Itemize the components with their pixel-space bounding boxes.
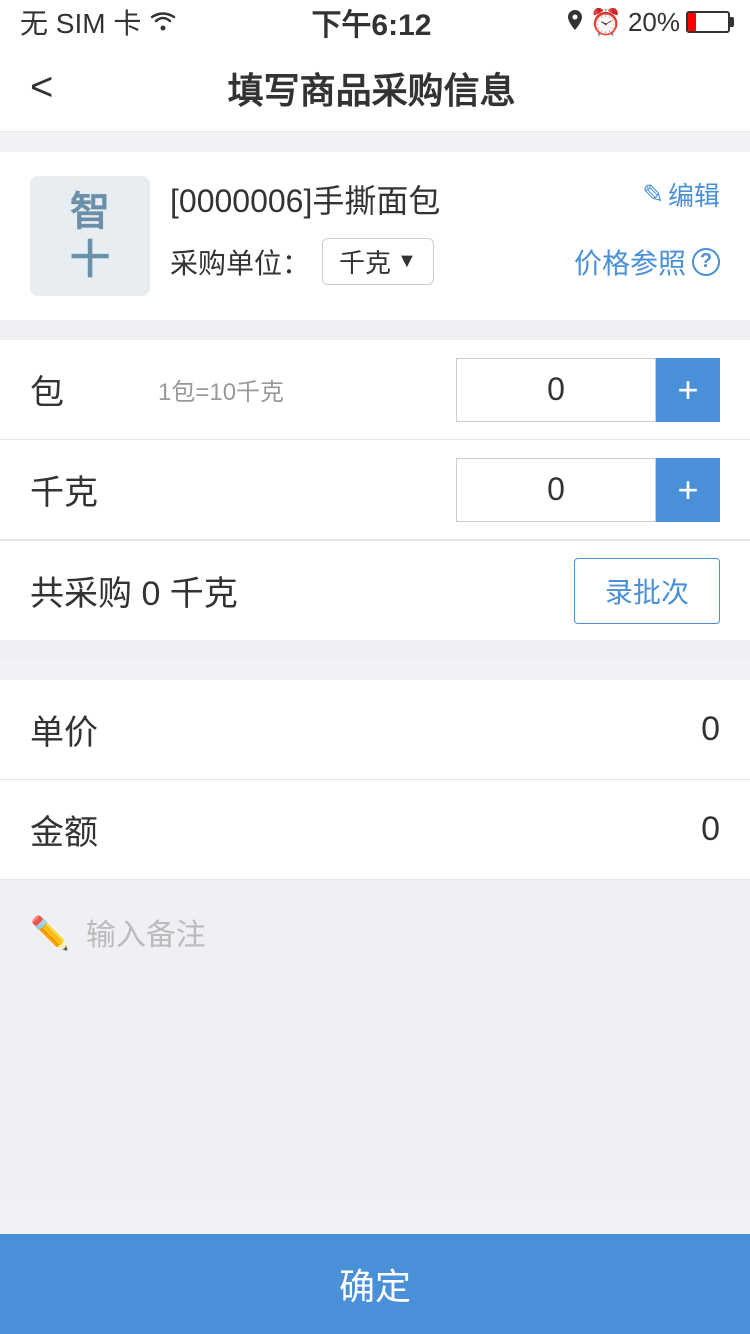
summary-text: 共采购 0 千克 xyxy=(30,566,574,615)
status-left: 无 SIM 卡 xyxy=(20,2,177,42)
dropdown-icon: ▼ xyxy=(397,250,417,273)
summary-row: 共采购 0 千克 录批次 xyxy=(0,540,750,640)
bao-row: 包 1包=10千克 + xyxy=(0,340,750,440)
input-section: 包 1包=10千克 + 千克 + xyxy=(0,340,750,540)
battery-percent: 20% xyxy=(628,7,680,38)
status-right: ⏰ 20% xyxy=(566,7,730,38)
amount-value: 0 xyxy=(701,810,720,849)
edit-button[interactable]: ✎ 编辑 xyxy=(642,176,720,213)
unit-price-label: 单价 xyxy=(30,705,701,754)
nav-bar: < 填写商品采购信息 xyxy=(0,44,750,132)
help-icon: ? xyxy=(692,248,720,276)
product-card: 智 十 [0000006]手撕面包 ✎ 编辑 采购单位： 千克 ▼ 价格参照 ? xyxy=(0,152,750,320)
info-section: 单价 0 金额 0 xyxy=(0,680,750,880)
pencil-icon: ✏️ xyxy=(30,914,70,952)
unit-value: 千克 xyxy=(339,243,391,280)
bao-input[interactable] xyxy=(456,358,656,422)
bao-plus-button[interactable]: + xyxy=(656,358,720,422)
alarm-icon: ⏰ xyxy=(590,7,622,38)
notes-placeholder: 输入备注 xyxy=(86,910,206,954)
notes-section[interactable]: ✏️ 输入备注 xyxy=(0,880,750,1200)
amount-row: 金额 0 xyxy=(0,780,750,880)
status-time: 下午6:12 xyxy=(311,0,431,44)
kg-label: 千克 xyxy=(30,465,150,514)
batch-button[interactable]: 录批次 xyxy=(574,558,720,624)
bao-sublabel: 1包=10千克 xyxy=(158,372,456,407)
location-icon xyxy=(566,7,584,38)
price-ref-label: 价格参照 xyxy=(574,242,686,282)
bao-input-control: + xyxy=(456,358,720,422)
wifi-icon xyxy=(149,6,177,38)
product-image: 智 十 xyxy=(30,176,150,296)
status-bar: 无 SIM 卡 下午6:12 ⏰ 20% xyxy=(0,0,750,44)
price-ref-button[interactable]: 价格参照 ? xyxy=(574,242,720,282)
kg-input-control: + xyxy=(456,458,720,522)
kg-input[interactable] xyxy=(456,458,656,522)
page-title: 填写商品采购信息 xyxy=(73,62,670,114)
edit-icon: ✎ xyxy=(642,179,664,210)
unit-select[interactable]: 千克 ▼ xyxy=(322,238,434,285)
back-button[interactable]: < xyxy=(30,65,53,110)
confirm-button[interactable]: 确定 xyxy=(0,1234,750,1334)
section-divider-2 xyxy=(0,640,750,660)
product-logo: 智 十 xyxy=(70,188,110,284)
section-divider-1 xyxy=(0,320,750,340)
unit-prefix-label: 采购单位： xyxy=(170,242,310,282)
kg-plus-button[interactable]: + xyxy=(656,458,720,522)
unit-price-value: 0 xyxy=(701,710,720,749)
kg-row: 千克 + xyxy=(0,440,750,540)
signal-text: 无 SIM 卡 xyxy=(20,2,141,42)
product-name: [0000006]手撕面包 xyxy=(170,176,440,222)
bao-label: 包 xyxy=(30,365,150,414)
battery-icon xyxy=(686,11,730,33)
unit-price-row: 单价 0 xyxy=(0,680,750,780)
amount-label: 金额 xyxy=(30,805,701,854)
product-info: [0000006]手撕面包 ✎ 编辑 采购单位： 千克 ▼ 价格参照 ? xyxy=(170,176,720,285)
